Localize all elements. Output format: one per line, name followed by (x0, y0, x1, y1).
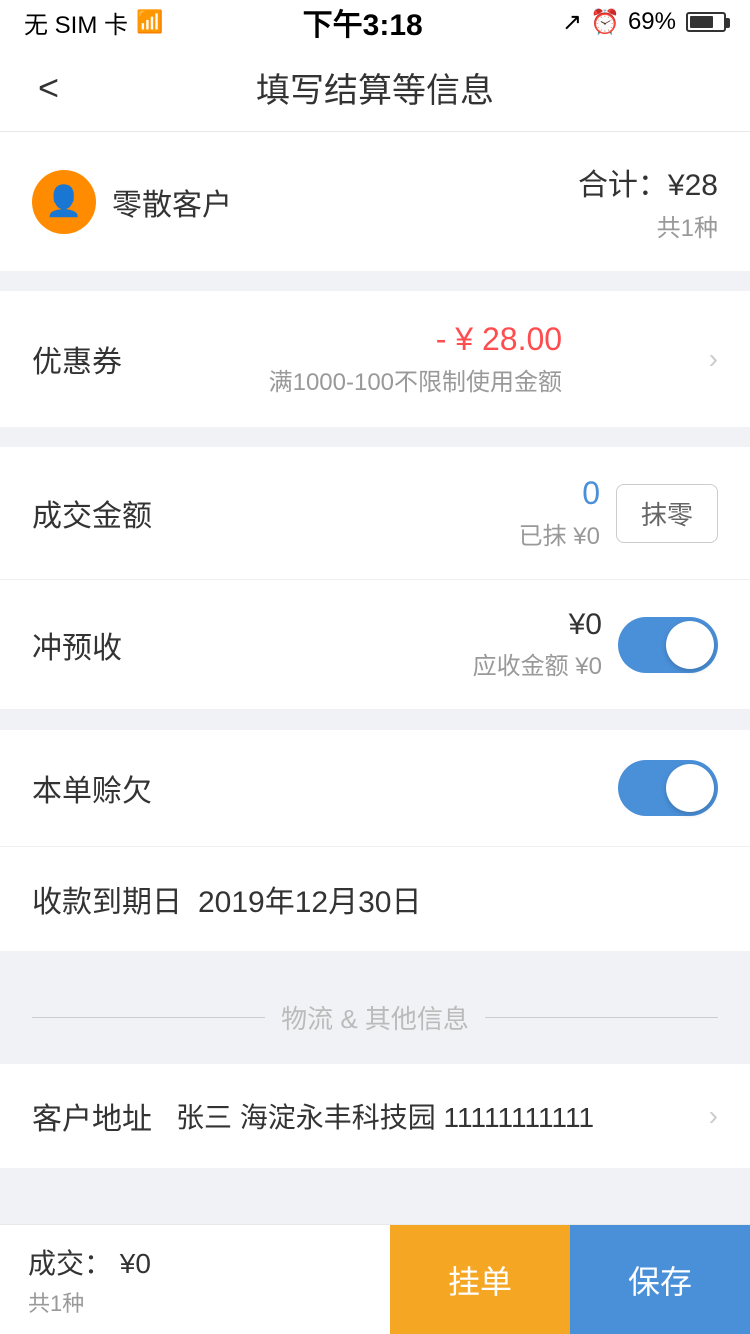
address-label: 客户地址 (32, 1094, 152, 1138)
deferred-section: 本单赊欠 收款到期日 2019年12月30日 (0, 730, 750, 951)
voucher-subtext: 满1000-100不限制使用金额 (269, 362, 562, 397)
amount-right: 0 已抹 ¥0 抹零 (519, 475, 718, 551)
carrier-text: 无 SIM 卡 (24, 5, 128, 40)
address-value: 张三 海淀永丰科技园 11111111111 (176, 1096, 709, 1136)
due-date-value: 2019年12月30日 (198, 877, 421, 921)
customer-name: 零散客户 (112, 180, 232, 224)
hang-button[interactable]: 挂单 (390, 1225, 570, 1334)
chevron-icon: › (709, 343, 718, 375)
location-icon: ↗ (562, 8, 582, 37)
page-title: 填写结算等信息 (256, 63, 494, 112)
amount-subtext: 已抹 ¥0 (519, 516, 600, 551)
bottom-bar: 成交： ¥0 共1种 挂单 保存 (0, 1224, 750, 1334)
divider-line-right (485, 1017, 718, 1018)
amount-value: 0 (582, 475, 600, 511)
customer-row: 👤 零散客户 合计：¥28 共1种 (0, 132, 750, 271)
voucher-right: - ¥ 28.00 满1000-100不限制使用金额 (269, 321, 562, 397)
voucher-discount: - ¥ 28.00 (269, 321, 562, 358)
status-right: ↗ ⏰ 69% (562, 8, 726, 37)
avatar: 👤 (32, 170, 96, 234)
amount-label: 成交金额 (32, 491, 152, 535)
customer-left: 👤 零散客户 (32, 170, 232, 234)
advance-toggle[interactable] (618, 617, 718, 673)
amount-values: 0 已抹 ¥0 (519, 475, 600, 551)
advance-subtext: 应收金额 ¥0 (473, 646, 602, 681)
total-price: 合计：¥28 (578, 160, 718, 204)
content-area: 👤 零散客户 合计：¥28 共1种 优惠券 - ¥ 28.00 满1000-10… (0, 132, 750, 1308)
address-section[interactable]: 客户地址 张三 海淀永丰科技园 11111111111 › (0, 1064, 750, 1168)
logistics-divider: 物流 & 其他信息 (0, 971, 750, 1064)
logistics-label: 物流 & 其他信息 (281, 999, 469, 1036)
deferred-toggle[interactable] (618, 760, 718, 816)
advance-row: 冲预收 ¥0 应收金额 ¥0 (0, 580, 750, 710)
toggle-knob (666, 621, 714, 669)
alarm-icon: ⏰ (590, 8, 620, 37)
round-button[interactable]: 抹零 (616, 484, 718, 543)
wifi-icon: 📶 (136, 9, 163, 35)
bottom-count: 共1种 (28, 1286, 362, 1318)
advance-values: ¥0 应收金额 ¥0 (473, 608, 602, 681)
deal-value: ¥0 (120, 1248, 151, 1279)
advance-label: 冲预收 (32, 623, 122, 667)
battery-percent: 69% (628, 8, 676, 36)
due-date-label: 收款到期日 (32, 877, 182, 921)
voucher-label: 优惠券 (32, 337, 122, 381)
advance-value: ¥0 (473, 608, 602, 642)
battery-icon (686, 12, 726, 32)
bottom-deal: 成交： ¥0 (28, 1242, 362, 1282)
deferred-row: 本单赊欠 (0, 730, 750, 846)
deferred-toggle-knob (666, 764, 714, 812)
total-count: 共1种 (578, 208, 718, 243)
divider-line-left (32, 1017, 265, 1018)
nav-bar: < 填写结算等信息 (0, 44, 750, 132)
status-left: 无 SIM 卡 📶 (24, 5, 163, 40)
advance-right: ¥0 应收金额 ¥0 (473, 608, 718, 681)
bottom-summary: 成交： ¥0 共1种 (0, 1225, 390, 1334)
deferred-label: 本单赊欠 (32, 766, 152, 810)
transaction-section: 成交金额 0 已抹 ¥0 抹零 冲预收 ¥0 应收金额 ¥0 (0, 447, 750, 710)
due-date-row: 收款到期日 2019年12月30日 (0, 846, 750, 951)
voucher-section[interactable]: 优惠券 - ¥ 28.00 满1000-100不限制使用金额 › (0, 291, 750, 427)
status-bar: 无 SIM 卡 📶 下午3:18 ↗ ⏰ 69% (0, 0, 750, 44)
avatar-icon: 👤 (45, 184, 82, 219)
address-chevron-icon: › (709, 1100, 718, 1132)
status-time: 下午3:18 (303, 0, 423, 44)
save-button[interactable]: 保存 (570, 1225, 750, 1334)
customer-right: 合计：¥28 共1种 (578, 160, 718, 243)
deal-label: 成交： (28, 1248, 112, 1279)
transaction-amount-row: 成交金额 0 已抹 ¥0 抹零 (0, 447, 750, 580)
back-button[interactable]: < (28, 57, 69, 119)
